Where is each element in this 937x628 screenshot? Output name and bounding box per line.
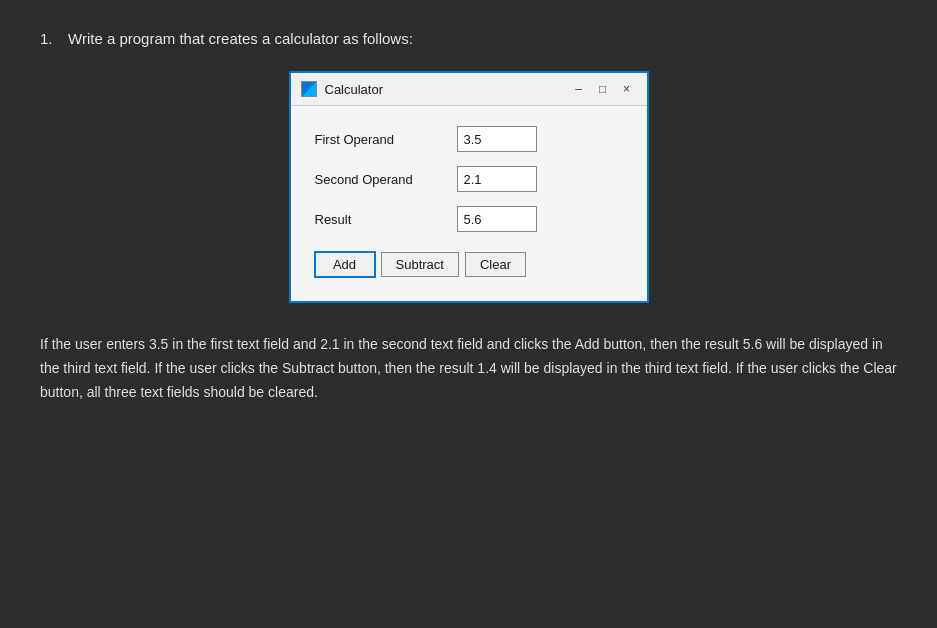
title-bar: Calculator – □ × [291, 73, 647, 106]
window-title: Calculator [325, 82, 561, 97]
second-operand-input[interactable] [457, 166, 537, 192]
result-row: Result [315, 206, 623, 232]
question-number: 1. [40, 30, 60, 47]
second-operand-label: Second Operand [315, 172, 445, 187]
description-text: If the user enters 3.5 in the first text… [40, 333, 897, 404]
clear-button[interactable]: Clear [465, 252, 526, 277]
second-operand-row: Second Operand [315, 166, 623, 192]
result-input[interactable] [457, 206, 537, 232]
minimize-button[interactable]: – [569, 79, 589, 99]
first-operand-label: First Operand [315, 132, 445, 147]
calculator-window: Calculator – □ × First Operand Second Op… [289, 71, 649, 303]
first-operand-input[interactable] [457, 126, 537, 152]
maximize-button[interactable]: □ [593, 79, 613, 99]
result-label: Result [315, 212, 445, 227]
add-button[interactable]: Add [315, 252, 375, 277]
close-button[interactable]: × [617, 79, 637, 99]
window-controls: – □ × [569, 79, 637, 99]
question-text: Write a program that creates a calculato… [68, 30, 413, 47]
app-icon [301, 81, 317, 97]
button-row: Add Subtract Clear [315, 252, 623, 277]
first-operand-row: First Operand [315, 126, 623, 152]
window-body: First Operand Second Operand Result Add … [291, 106, 647, 301]
subtract-button[interactable]: Subtract [381, 252, 459, 277]
